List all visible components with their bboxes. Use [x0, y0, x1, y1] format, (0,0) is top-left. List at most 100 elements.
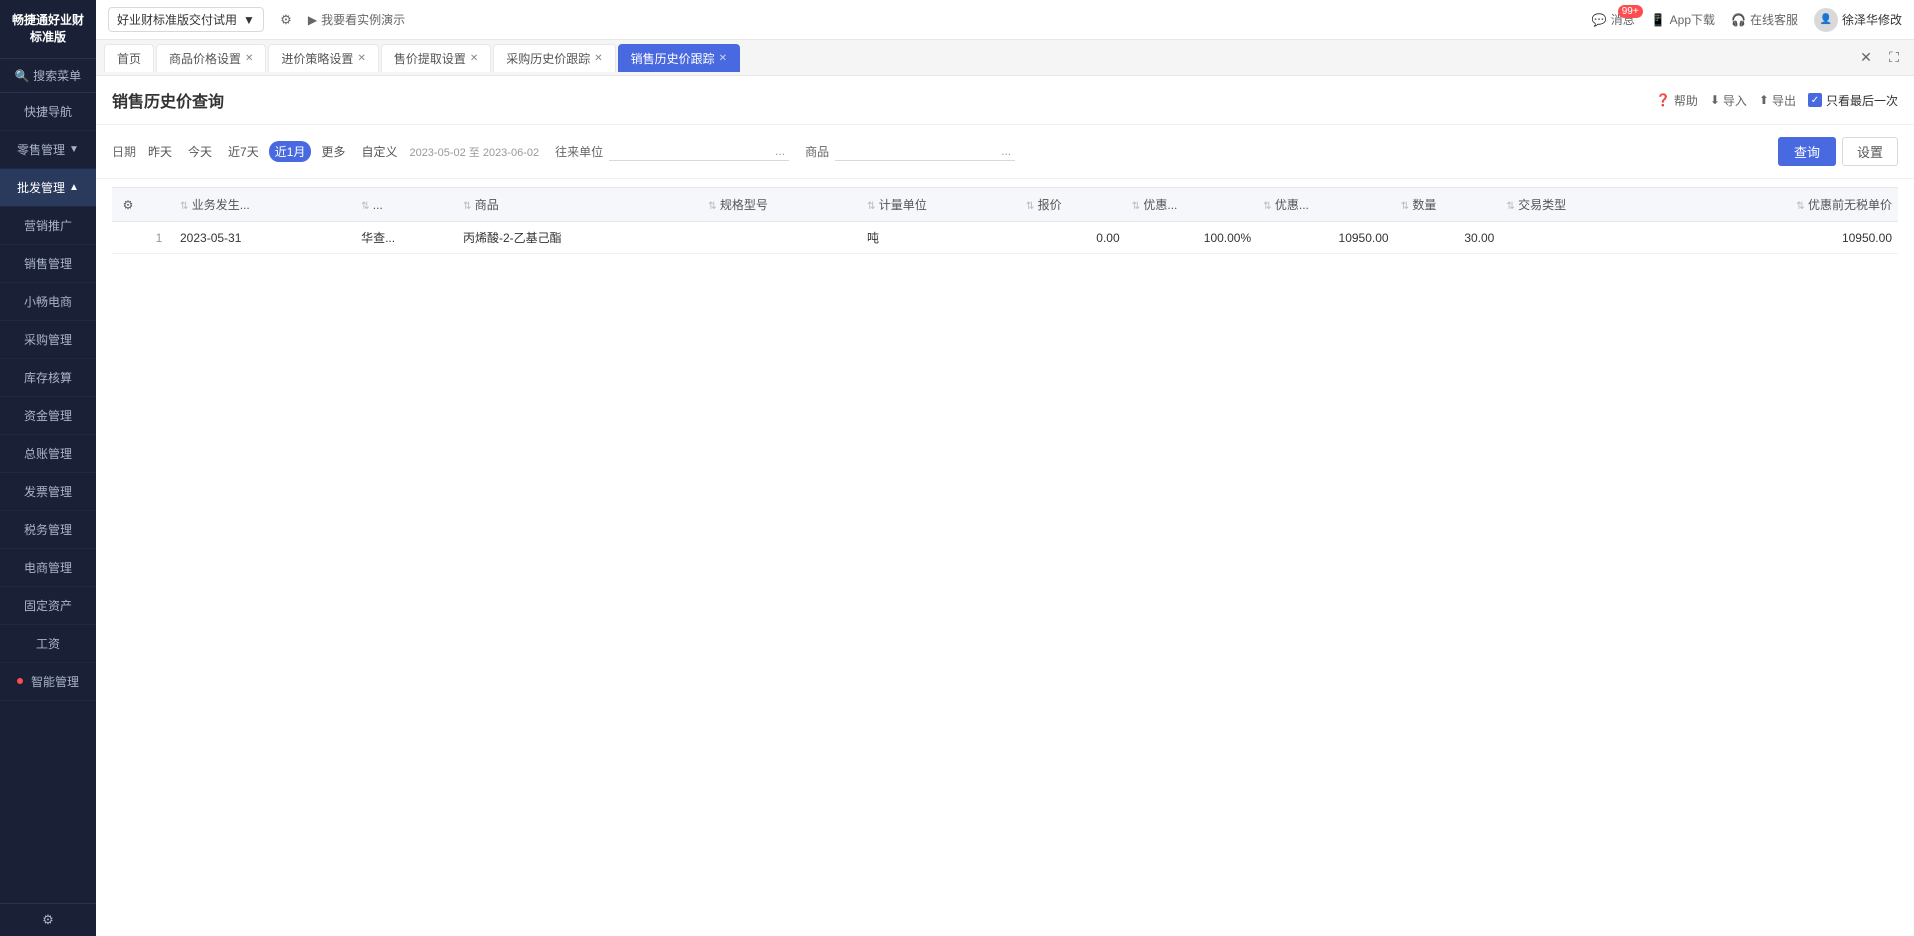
help-button[interactable]: ❓ 帮助 [1656, 92, 1698, 109]
sidebar-item-retail[interactable]: 零售管理 ▼ [0, 131, 96, 169]
search-label: 搜索菜单 [33, 69, 81, 83]
sort-icon: ⇅ [1401, 201, 1409, 212]
th-discount2[interactable]: ⇅ 优惠... [1257, 188, 1394, 222]
th-quantity[interactable]: ⇅ 数量 [1395, 188, 1501, 222]
tab-sale-extract[interactable]: 售价提取设置 ✕ [381, 44, 491, 72]
message-badge: 99+ [1618, 5, 1643, 18]
sidebar-settings[interactable]: ⚙ [0, 903, 96, 936]
th-pretax-price[interactable]: ⇅ 优惠前无税单价 [1659, 188, 1898, 222]
close-icon[interactable]: ✕ [470, 53, 478, 64]
tab-price[interactable]: 商品价格设置 ✕ [156, 44, 266, 72]
sidebar-item-ecommerce[interactable]: 电商管理 [0, 549, 96, 587]
product-picker-icon[interactable]: ... [1001, 144, 1011, 158]
th-gear[interactable]: ⚙ [112, 188, 144, 222]
th-unit[interactable]: ⇅ 计量单位 [861, 188, 1020, 222]
sidebar-item-sales[interactable]: 销售管理 [0, 245, 96, 283]
maximize-window-button[interactable]: ⛶ [1882, 46, 1906, 70]
sort-icon: ⇅ [1026, 201, 1034, 212]
sort-icon: ⇅ [708, 201, 716, 212]
table-row[interactable]: 1 2023-05-31 华查... 丙烯酸-2-乙基己酯 吨 0.00 100… [112, 222, 1898, 254]
sort-icon: ⇅ [867, 201, 875, 212]
sidebar-item-wholesale[interactable]: 批发管理 ▲ [0, 169, 96, 207]
close-icon[interactable]: ✕ [594, 53, 602, 64]
th-product[interactable]: ⇅ 商品 [457, 188, 702, 222]
date-option-last7[interactable]: 近7天 [222, 141, 265, 162]
date-option-today[interactable]: 今天 [182, 141, 218, 162]
topbar-gear-button[interactable]: ⚙ [272, 6, 300, 34]
tab-home-label: 首页 [117, 50, 141, 67]
sidebar-item-ecommerce-small[interactable]: 小畅电商 [0, 283, 96, 321]
only-last-checkbox[interactable]: ✓ [1808, 93, 1822, 107]
sidebar-item-marketing[interactable]: 营销推广 [0, 207, 96, 245]
import-button[interactable]: ⬇ 导入 [1710, 92, 1747, 109]
th-more[interactable]: ⇅ ... [355, 188, 457, 222]
chevron-up-icon: ▲ [69, 182, 79, 193]
from-unit-picker-icon[interactable]: ... [775, 144, 785, 158]
headphone-icon: 🎧 [1731, 13, 1746, 27]
cell-trade-type [1500, 222, 1659, 254]
online-service-button[interactable]: 🎧 在线客服 [1731, 11, 1798, 28]
date-label: 日期 [112, 143, 136, 160]
demo-link[interactable]: ▶ 我要看实例演示 [308, 11, 405, 28]
sidebar-item-inventory[interactable]: 库存核算 [0, 359, 96, 397]
version-selector[interactable]: 好业财标准版交付试用 ▼ [108, 7, 264, 32]
logo-line1: 畅捷通好业财 [12, 13, 84, 27]
th-biz-date[interactable]: ⇅ 业务发生... [174, 188, 355, 222]
sidebar-item-quicknav[interactable]: 快捷导航 [0, 93, 96, 131]
cell-unit: 吨 [861, 222, 1020, 254]
only-last-label: 只看最后一次 [1826, 92, 1898, 109]
cell-product: 丙烯酸-2-乙基己酯 [457, 222, 702, 254]
date-option-more[interactable]: 更多 [315, 141, 351, 162]
tab-sale-history[interactable]: 销售历史价跟踪 ✕ [618, 44, 740, 72]
date-option-last1m[interactable]: 近1月 [269, 141, 312, 162]
app-download-button[interactable]: 📱 App下载 [1651, 11, 1715, 28]
table-area: ⚙ ⇅ 业务发生... ⇅ ... ⇅ 商品 [96, 179, 1914, 936]
filter-actions: 查询 设置 [1778, 137, 1898, 166]
th-price[interactable]: ⇅ 报价 [1020, 188, 1126, 222]
tab-purchase-history[interactable]: 采购历史价跟踪 ✕ [493, 44, 615, 72]
sidebar-item-purchase[interactable]: 采购管理 [0, 321, 96, 359]
th-trade-type[interactable]: ⇅ 交易类型 [1500, 188, 1659, 222]
date-option-yesterday[interactable]: 昨天 [142, 141, 178, 162]
close-icon[interactable]: ✕ [357, 53, 365, 64]
close-window-button[interactable]: ✕ [1854, 46, 1878, 70]
filter-area: 日期 昨天 今天 近7天 近1月 更多 自定义 2023-05-02 至 202… [96, 125, 1914, 179]
sidebar-item-invoice[interactable]: 发票管理 [0, 473, 96, 511]
export-button[interactable]: ⬆ 导出 [1759, 92, 1796, 109]
tab-purchase-strategy[interactable]: 进价策略设置 ✕ [268, 44, 378, 72]
sidebar-item-assets[interactable]: 固定资产 [0, 587, 96, 625]
th-spec[interactable]: ⇅ 规格型号 [702, 188, 861, 222]
tab-sale-extract-label: 售价提取设置 [394, 50, 466, 67]
sort-icon: ⇅ [361, 201, 369, 212]
product-label: 商品 [805, 143, 829, 160]
sidebar-item-payroll[interactable]: 工资 [0, 625, 96, 663]
message-icon: 💬 [1592, 13, 1607, 27]
only-last-toggle[interactable]: ✓ 只看最后一次 [1808, 92, 1898, 109]
th-discount1[interactable]: ⇅ 优惠... [1126, 188, 1258, 222]
logo-line2: 标准版 [30, 30, 66, 44]
cell-discount2: 10950.00 [1257, 222, 1394, 254]
settings-button[interactable]: 设置 [1842, 137, 1898, 166]
sidebar-item-smart[interactable]: 智能管理 [0, 663, 96, 701]
product-select[interactable]: ... [835, 142, 1015, 161]
query-button[interactable]: 查询 [1778, 137, 1836, 166]
search-menu[interactable]: 🔍 搜索菜单 [0, 59, 96, 93]
sidebar-item-finance[interactable]: 资金管理 [0, 397, 96, 435]
sidebar-item-accounting[interactable]: 总账管理 [0, 435, 96, 473]
close-icon[interactable]: ✕ [245, 53, 253, 64]
tab-price-label: 商品价格设置 [169, 50, 241, 67]
from-unit-label: 往来单位 [555, 143, 603, 160]
close-icon[interactable]: ✕ [719, 53, 727, 64]
product-filter: 商品 ... [805, 142, 1015, 161]
app-label: App下载 [1670, 11, 1715, 28]
user-info[interactable]: 👤 徐泽华修改 [1814, 8, 1902, 32]
sidebar-item-tax[interactable]: 税务管理 [0, 511, 96, 549]
th-rownum [144, 188, 174, 222]
tab-home[interactable]: 首页 [104, 44, 154, 72]
cell-biz-date: 2023-05-31 [174, 222, 355, 254]
message-button[interactable]: 💬 消息 99+ [1592, 11, 1635, 28]
date-option-custom[interactable]: 自定义 [355, 141, 403, 162]
play-icon: ▶ [308, 13, 317, 27]
cell-pretax-price: 10950.00 [1659, 222, 1898, 254]
from-unit-select[interactable]: ... [609, 142, 789, 161]
